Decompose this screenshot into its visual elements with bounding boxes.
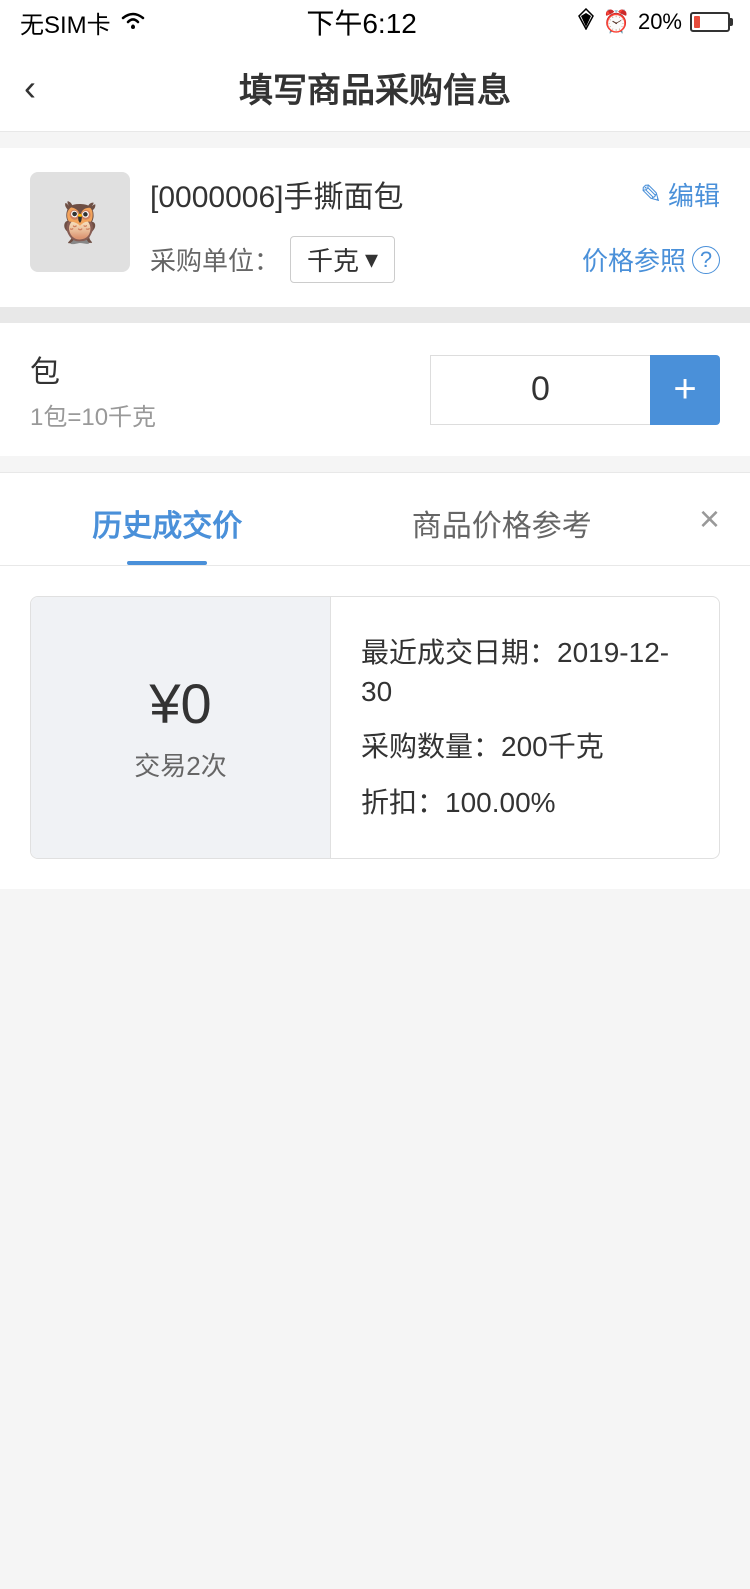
product-header: 🦉 [0000006]手撕面包 ✎ 编辑 采购单位： 千克 ▾ xyxy=(30,172,720,283)
tab-section: 历史成交价 商品价格参考 × ¥0 交易2次 最近成交日期：2019-12-30… xyxy=(0,472,750,889)
quantity-input[interactable] xyxy=(430,355,650,425)
quantity-unit-label: 包 xyxy=(30,347,156,391)
product-thumbnail: 🦉 xyxy=(30,172,130,272)
quantity-section: 包 1包=10千克 + xyxy=(0,323,750,456)
price-card: ¥0 交易2次 最近成交日期：2019-12-30 采购数量：200千克 折扣：… xyxy=(30,596,720,859)
product-full-name: [0000006]手撕面包 xyxy=(150,172,403,216)
quantity-conversion: 1包=10千克 xyxy=(30,397,156,432)
quantity-input-area: + xyxy=(430,355,720,425)
unit-label-text: 采购单位： xyxy=(150,241,280,278)
purchase-qty-row: 采购数量：200千克 xyxy=(361,727,689,766)
tab-close-button[interactable]: × xyxy=(669,498,750,540)
page-title: 填写商品采购信息 xyxy=(239,63,511,112)
status-bar: 无SIM卡 下午6:12 ⏰ 20% xyxy=(0,0,750,44)
status-time: 下午6:12 xyxy=(306,2,417,42)
price-reference-button[interactable]: 价格参照 ? xyxy=(582,241,720,278)
purchase-qty-label: 采购数量： xyxy=(361,731,501,762)
tab-history-label: 历史成交价 xyxy=(92,510,242,543)
product-unit-row: 采购单位： 千克 ▾ 价格参照 ? xyxy=(150,236,720,283)
tab-product-price-reference[interactable]: 商品价格参考 xyxy=(334,473,668,565)
location-icon xyxy=(577,8,595,36)
recent-date-row: 最近成交日期：2019-12-30 xyxy=(361,633,689,711)
status-left: 无SIM卡 xyxy=(20,5,147,40)
discount-value: 100.00% xyxy=(445,787,556,818)
status-right: ⏰ 20% xyxy=(577,8,730,36)
main-content xyxy=(0,889,750,1589)
recent-date-label: 最近成交日期： xyxy=(361,637,557,668)
product-section: 🦉 [0000006]手撕面包 ✎ 编辑 采购单位： 千克 ▾ xyxy=(0,148,750,307)
tab-bar: 历史成交价 商品价格参考 × xyxy=(0,473,750,566)
price-content: ¥0 交易2次 最近成交日期：2019-12-30 采购数量：200千克 折扣：… xyxy=(0,566,750,889)
edit-button[interactable]: ✎ 编辑 xyxy=(640,176,720,213)
price-transactions: 交易2次 xyxy=(134,746,226,783)
help-icon: ? xyxy=(692,246,720,274)
battery-indicator xyxy=(690,12,730,32)
purchase-qty-value: 200千克 xyxy=(501,731,604,762)
unit-value: 千克 xyxy=(307,241,359,278)
price-summary: ¥0 交易2次 xyxy=(31,597,331,858)
price-amount: ¥0 xyxy=(149,671,211,736)
price-details: 最近成交日期：2019-12-30 采购数量：200千克 折扣：100.00% xyxy=(331,597,719,858)
discount-label: 折扣： xyxy=(361,787,445,818)
battery-percent: 20% xyxy=(638,9,682,35)
wifi-icon xyxy=(119,8,147,37)
quantity-label-area: 包 1包=10千克 xyxy=(30,347,156,432)
alarm-icon: ⏰ xyxy=(603,9,630,35)
product-details: [0000006]手撕面包 ✎ 编辑 采购单位： 千克 ▾ 价格参照 ? xyxy=(150,172,720,283)
section-divider xyxy=(0,307,750,323)
price-ref-label: 价格参照 xyxy=(582,241,686,278)
carrier-text: 无SIM卡 xyxy=(20,5,111,40)
tab-history-price[interactable]: 历史成交价 xyxy=(0,473,334,565)
dropdown-arrow-icon: ▾ xyxy=(365,244,378,275)
tab-reference-label: 商品价格参考 xyxy=(412,510,592,543)
unit-select[interactable]: 千克 ▾ xyxy=(290,236,395,283)
edit-icon: ✎ xyxy=(640,179,662,210)
unit-label: 采购单位： 千克 ▾ xyxy=(150,236,395,283)
nav-bar: ‹ 填写商品采购信息 xyxy=(0,44,750,132)
product-name-row: [0000006]手撕面包 ✎ 编辑 xyxy=(150,172,720,216)
back-button[interactable]: ‹ xyxy=(24,67,36,109)
product-image-icon: 🦉 xyxy=(55,199,105,246)
discount-row: 折扣：100.00% xyxy=(361,783,689,822)
quantity-plus-button[interactable]: + xyxy=(650,355,720,425)
edit-label: 编辑 xyxy=(668,176,720,213)
